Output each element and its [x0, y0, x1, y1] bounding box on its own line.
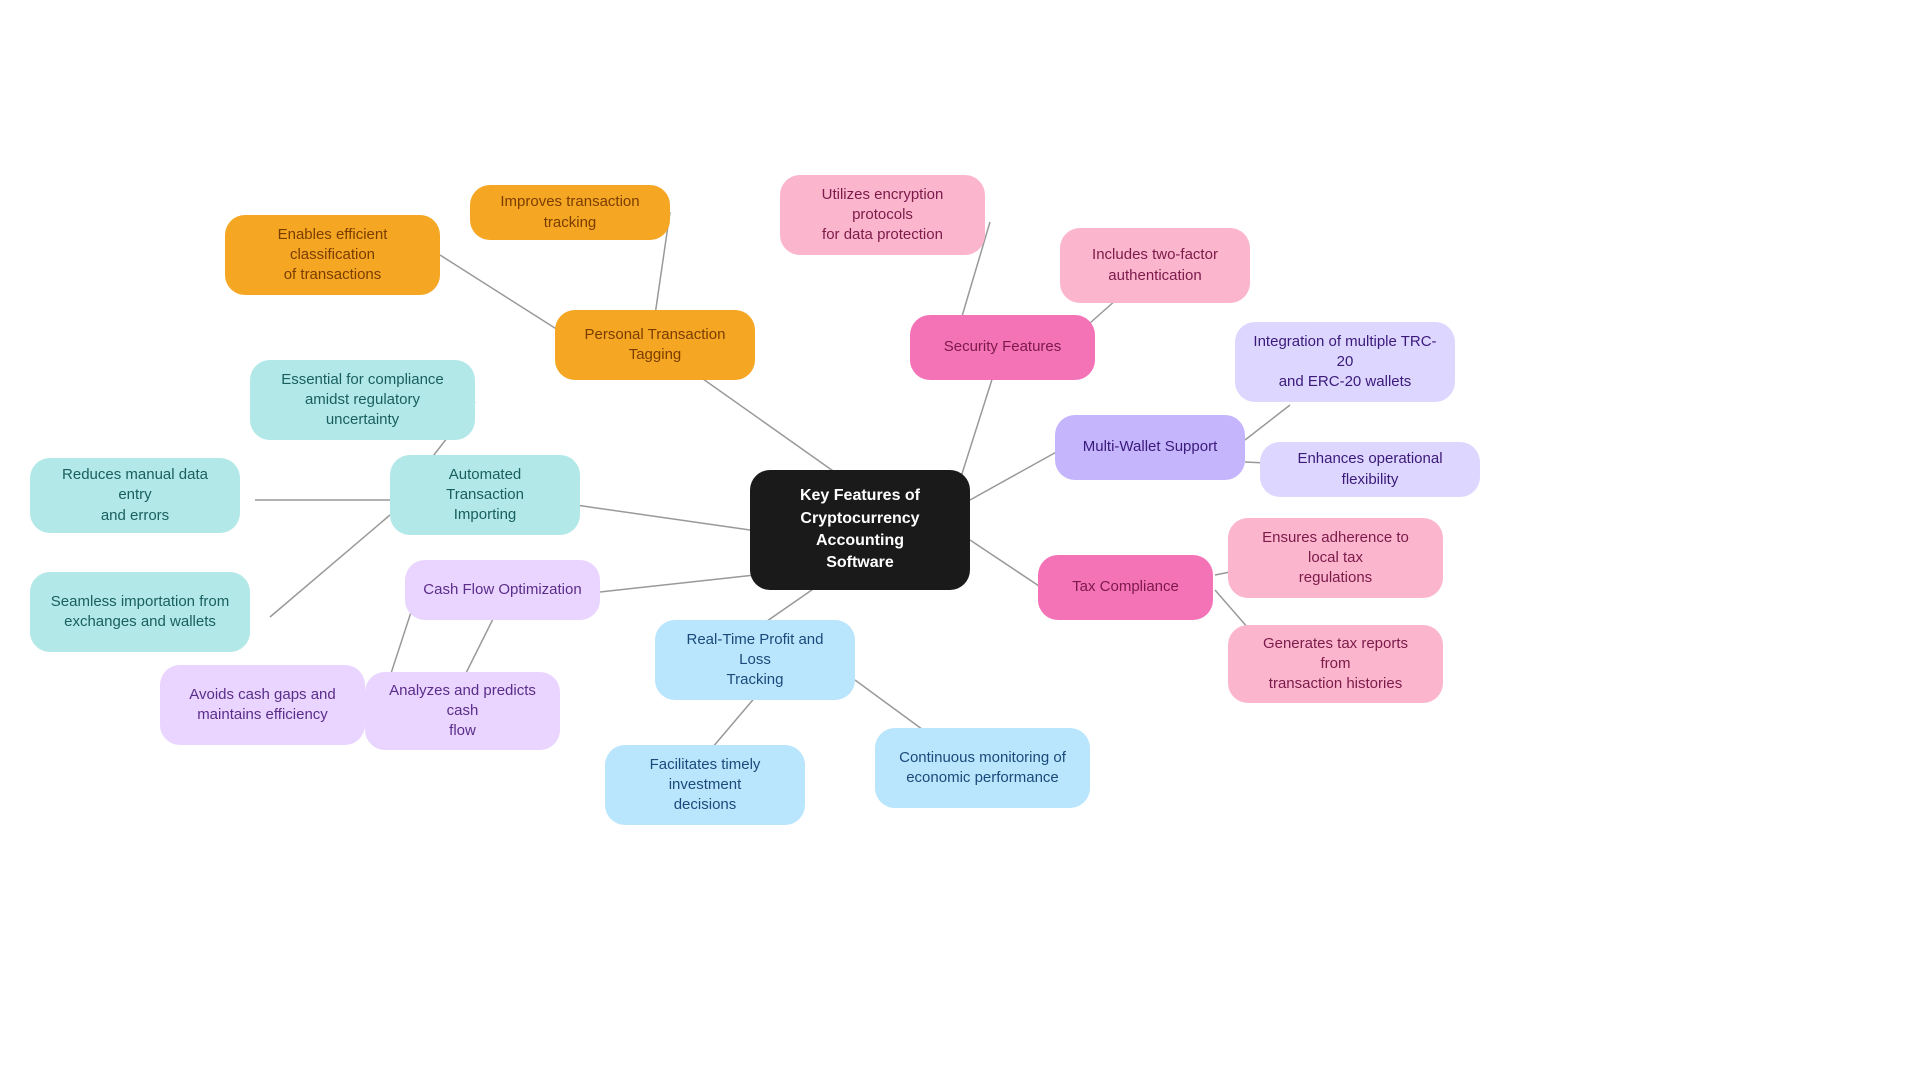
tax-compliance-node: Tax Compliance [1038, 555, 1213, 620]
enables-classification-node: Enables efficient classification of tran… [225, 215, 440, 295]
ensures-adherence-label: Ensures adherence to local tax regulatio… [1246, 528, 1425, 589]
reduces-manual-label: Reduces manual data entry and errors [48, 465, 222, 526]
multiwallet-node: Multi-Wallet Support [1055, 415, 1245, 480]
enables-classification-label: Enables efficient classification of tran… [243, 225, 422, 286]
analyzes-predicts-node: Analyzes and predicts cash flow [365, 672, 560, 750]
continuous-monitoring-node: Continuous monitoring of economic perfor… [875, 728, 1090, 808]
realtime-profit-label: Real-Time Profit and Loss Tracking [673, 630, 837, 691]
cash-flow-label: Cash Flow Optimization [423, 580, 581, 600]
facilitates-investment-node: Facilitates timely investment decisions [605, 745, 805, 825]
personal-tagging-node: Personal Transaction Tagging [555, 310, 755, 380]
automated-importing-label: Automated Transaction Importing [408, 465, 562, 526]
generates-tax-node: Generates tax reports from transaction h… [1228, 625, 1443, 703]
integration-trc-label: Integration of multiple TRC-20 and ERC-2… [1253, 332, 1437, 393]
seamless-importation-node: Seamless importation from exchanges and … [30, 572, 250, 652]
generates-tax-label: Generates tax reports from transaction h… [1246, 634, 1425, 695]
realtime-profit-node: Real-Time Profit and Loss Tracking [655, 620, 855, 700]
improves-tracking-label: Improves transaction tracking [488, 192, 652, 233]
avoids-cash-label: Avoids cash gaps and maintains efficienc… [189, 685, 336, 726]
includes-2fa-label: Includes two-factor authentication [1092, 245, 1218, 286]
reduces-manual-node: Reduces manual data entry and errors [30, 458, 240, 533]
seamless-importation-label: Seamless importation from exchanges and … [51, 592, 229, 633]
center-node: Key Features of Cryptocurrency Accountin… [750, 470, 970, 590]
continuous-monitoring-label: Continuous monitoring of economic perfor… [899, 748, 1066, 789]
facilitates-investment-label: Facilitates timely investment decisions [623, 755, 787, 816]
tax-compliance-label: Tax Compliance [1072, 577, 1179, 597]
automated-importing-node: Automated Transaction Importing [390, 455, 580, 535]
utilizes-encryption-label: Utilizes encryption protocols for data p… [798, 185, 967, 246]
avoids-cash-node: Avoids cash gaps and maintains efficienc… [160, 665, 365, 745]
personal-tagging-label: Personal Transaction Tagging [573, 325, 737, 366]
utilizes-encryption-node: Utilizes encryption protocols for data p… [780, 175, 985, 255]
analyzes-predicts-label: Analyzes and predicts cash flow [383, 681, 542, 742]
center-label: Key Features of Cryptocurrency Accountin… [768, 485, 952, 575]
cash-flow-node: Cash Flow Optimization [405, 560, 600, 620]
integration-trc-node: Integration of multiple TRC-20 and ERC-2… [1235, 322, 1455, 402]
ensures-adherence-node: Ensures adherence to local tax regulatio… [1228, 518, 1443, 598]
security-features-label: Security Features [944, 337, 1062, 357]
essential-compliance-label: Essential for compliance amidst regulato… [268, 370, 457, 431]
essential-compliance-node: Essential for compliance amidst regulato… [250, 360, 475, 440]
improves-tracking-node: Improves transaction tracking [470, 185, 670, 240]
security-features-node: Security Features [910, 315, 1095, 380]
includes-2fa-node: Includes two-factor authentication [1060, 228, 1250, 303]
enhances-flexibility-label: Enhances operational flexibility [1278, 449, 1462, 490]
enhances-flexibility-node: Enhances operational flexibility [1260, 442, 1480, 497]
multiwallet-label: Multi-Wallet Support [1083, 437, 1218, 457]
